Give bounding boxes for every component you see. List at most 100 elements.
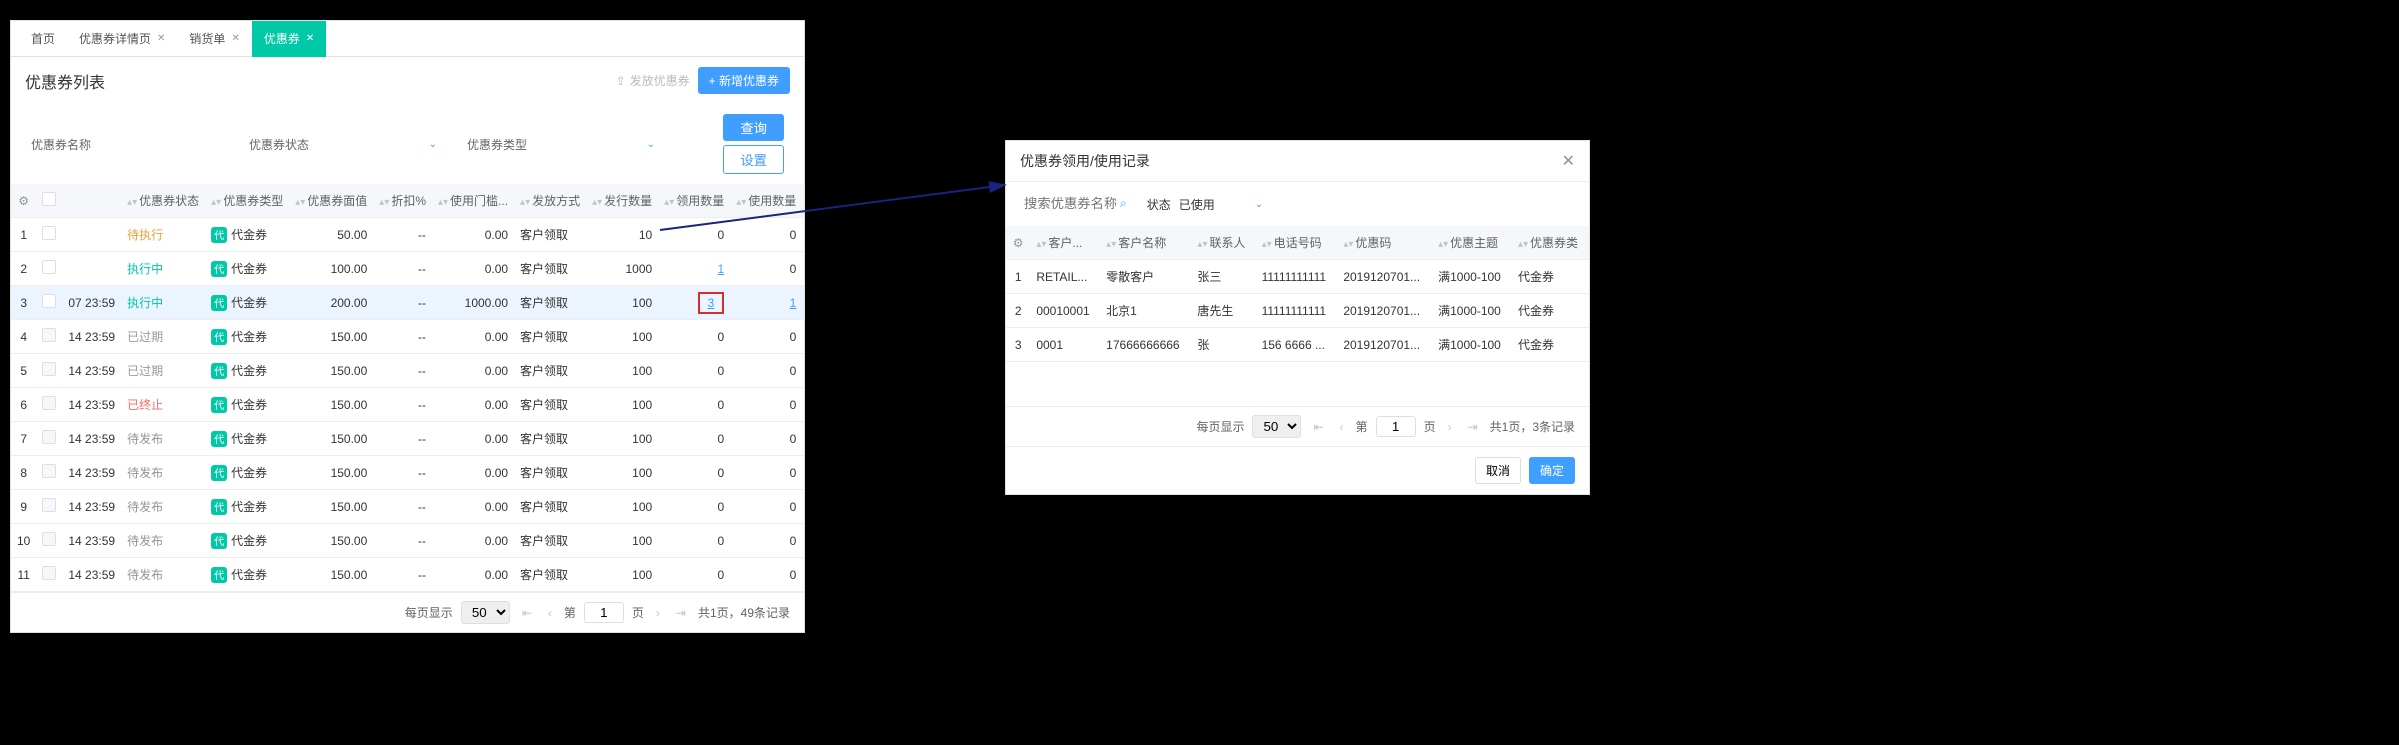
confirm-button[interactable]: 确定 bbox=[1529, 457, 1575, 484]
prev-page-button[interactable]: ‹ bbox=[544, 606, 556, 620]
coupon-type: 代代金券 bbox=[211, 396, 267, 413]
receive-qty-link[interactable]: 1 bbox=[718, 262, 725, 276]
tab-home[interactable]: 首页 bbox=[19, 21, 67, 57]
row-checkbox[interactable] bbox=[42, 260, 56, 274]
tab-coupon-detail[interactable]: 优惠券详情页✕ bbox=[67, 21, 177, 57]
sort-icon[interactable]: ▴▾ bbox=[1262, 242, 1272, 247]
table-row[interactable]: 3 0001 17666666666 张 156 6666 ... 201912… bbox=[1006, 328, 1589, 362]
close-icon[interactable]: ✕ bbox=[1562, 151, 1575, 171]
gear-icon[interactable]: ⚙ bbox=[1013, 236, 1024, 250]
filter-bar: 优惠券名称 优惠券状态 ⌄ 优惠券类型 ⌄ 查询 设置 bbox=[11, 104, 804, 184]
close-icon[interactable]: ✕ bbox=[231, 33, 239, 44]
voucher-icon: 代 bbox=[211, 363, 227, 379]
sort-icon[interactable]: ▴▾ bbox=[379, 200, 389, 205]
next-page-button[interactable]: › bbox=[652, 606, 664, 620]
search-button[interactable]: 查询 bbox=[723, 114, 784, 141]
table-row[interactable]: 6 14 23:59 已终止 代代金券 150.00 -- 0.00 客户领取 … bbox=[11, 388, 804, 422]
chevron-down-icon: ⌄ bbox=[647, 139, 655, 150]
table-row[interactable]: 3 07 23:59 执行中 代代金券 200.00 -- 1000.00 客户… bbox=[11, 286, 804, 320]
settings-button[interactable]: 设置 bbox=[723, 145, 784, 174]
per-page-select[interactable]: 50 bbox=[461, 601, 510, 624]
next-page-button[interactable]: › bbox=[1444, 420, 1456, 434]
table-row[interactable]: 7 14 23:59 待发布 代代金券 150.00 -- 0.00 客户领取 … bbox=[11, 422, 804, 456]
filter-status-label: 优惠券状态 bbox=[249, 136, 309, 153]
cancel-button[interactable]: 取消 bbox=[1475, 457, 1521, 484]
table-row[interactable]: 2 执行中 代代金券 100.00 -- 0.00 客户领取 1000 1 0 … bbox=[11, 252, 804, 286]
table-row[interactable]: 1 RETAIL... 零散客户 张三 11111111111 20191207… bbox=[1006, 260, 1589, 294]
first-page-button[interactable]: ⇤ bbox=[518, 606, 536, 620]
modal-pagination: 每页显示 50 ⇤ ‹ 第 页 › ⇥ 共1页，3条记录 bbox=[1006, 406, 1589, 446]
last-page-button[interactable]: ⇥ bbox=[672, 606, 690, 620]
sort-icon[interactable]: ▴▾ bbox=[592, 200, 602, 205]
tab-coupon[interactable]: 优惠券✕ bbox=[252, 21, 326, 57]
sort-icon[interactable]: ▴▾ bbox=[1197, 242, 1207, 247]
status-select[interactable]: 已使用⌄ bbox=[1179, 196, 1263, 213]
coupon-type: 代代金券 bbox=[211, 532, 267, 549]
first-page-button[interactable]: ⇤ bbox=[1309, 420, 1327, 434]
coupon-name-input[interactable] bbox=[99, 132, 219, 156]
table-row[interactable]: 10 14 23:59 待发布 代代金券 150.00 -- 0.00 客户领取… bbox=[11, 524, 804, 558]
close-icon[interactable]: ✕ bbox=[306, 33, 314, 44]
sort-icon[interactable]: ▴▾ bbox=[1343, 242, 1353, 247]
sort-icon[interactable]: ▴▾ bbox=[127, 200, 137, 205]
voucher-icon: 代 bbox=[211, 295, 227, 311]
pagination-summary: 共1页，3条记录 bbox=[1490, 418, 1575, 435]
gear-icon[interactable]: ⚙ bbox=[18, 194, 29, 208]
coupon-status-select[interactable]: ⌄ bbox=[317, 135, 437, 154]
sort-icon[interactable]: ▴▾ bbox=[211, 200, 221, 205]
sort-icon[interactable]: ▴▾ bbox=[1036, 242, 1046, 247]
usage-record-modal: 优惠券领用/使用记录 ✕ ⌕ 状态 已使用⌄ ⚙ ▴▾客户... ▴▾客户名称 … bbox=[1005, 140, 1590, 495]
status-badge: 待发布 bbox=[127, 568, 163, 582]
table-row[interactable]: 11 14 23:59 待发布 代代金券 150.00 -- 0.00 客户领取… bbox=[11, 558, 804, 592]
receive-qty-link[interactable]: 3 bbox=[708, 296, 715, 310]
sort-icon[interactable]: ▴▾ bbox=[295, 200, 305, 205]
table-row[interactable]: 1 待执行 代代金券 50.00 -- 0.00 客户领取 10 0 0 ✎⊞ bbox=[11, 218, 804, 252]
sort-icon[interactable]: ▴▾ bbox=[736, 200, 746, 205]
status-badge: 待执行 bbox=[127, 228, 163, 242]
sort-icon[interactable]: ▴▾ bbox=[520, 200, 530, 205]
title-bar: 优惠券列表 ⇪发放优惠券 + 新增优惠券 bbox=[11, 57, 804, 104]
sort-icon[interactable]: ▴▾ bbox=[438, 200, 448, 205]
use-qty-link[interactable]: 1 bbox=[790, 296, 797, 310]
filter-type-label: 优惠券类型 bbox=[467, 136, 527, 153]
prev-page-button[interactable]: ‹ bbox=[1336, 420, 1348, 434]
select-all-checkbox[interactable] bbox=[42, 192, 56, 206]
row-checkbox[interactable] bbox=[42, 294, 56, 308]
add-coupon-button[interactable]: + 新增优惠券 bbox=[698, 67, 790, 94]
last-page-button[interactable]: ⇥ bbox=[1464, 420, 1482, 434]
coupon-type: 代代金券 bbox=[211, 464, 267, 481]
coupon-type: 代代金券 bbox=[211, 362, 267, 379]
status-badge: 已过期 bbox=[127, 330, 163, 344]
issue-coupon-button: ⇪发放优惠券 bbox=[616, 72, 690, 89]
coupon-type-select[interactable]: ⌄ bbox=[535, 135, 655, 154]
sort-icon[interactable]: ▴▾ bbox=[1438, 242, 1448, 247]
status-badge: 执行中 bbox=[127, 296, 163, 310]
voucher-icon: 代 bbox=[211, 465, 227, 481]
coupon-type: 代代金券 bbox=[211, 226, 267, 243]
search-input[interactable] bbox=[1020, 192, 1120, 215]
status-badge: 待发布 bbox=[127, 534, 163, 548]
table-row[interactable]: 5 14 23:59 已过期 代代金券 150.00 -- 0.00 客户领取 … bbox=[11, 354, 804, 388]
table-row[interactable]: 4 14 23:59 已过期 代代金券 150.00 -- 0.00 客户领取 … bbox=[11, 320, 804, 354]
sort-icon[interactable]: ▴▾ bbox=[664, 200, 674, 205]
sort-icon[interactable]: ▴▾ bbox=[1106, 242, 1116, 247]
close-icon[interactable]: ✕ bbox=[157, 33, 165, 44]
table-row[interactable]: 2 00010001 北京1 唐先生 11111111111 201912070… bbox=[1006, 294, 1589, 328]
sort-icon[interactable]: ▴▾ bbox=[1518, 242, 1528, 247]
filter-name-label: 优惠券名称 bbox=[31, 136, 91, 153]
page-input[interactable] bbox=[584, 602, 624, 623]
tab-sales-order[interactable]: 销货单✕ bbox=[177, 21, 251, 57]
coupon-type: 代代金券 bbox=[211, 328, 267, 345]
search-icon[interactable]: ⌕ bbox=[1120, 196, 1127, 211]
table-row[interactable]: 8 14 23:59 待发布 代代金券 150.00 -- 0.00 客户领取 … bbox=[11, 456, 804, 490]
status-badge: 已过期 bbox=[127, 364, 163, 378]
table-row[interactable]: 9 14 23:59 待发布 代代金券 150.00 -- 0.00 客户领取 … bbox=[11, 490, 804, 524]
row-checkbox bbox=[42, 532, 56, 546]
status-badge: 已终止 bbox=[127, 398, 163, 412]
row-checkbox[interactable] bbox=[42, 226, 56, 240]
page-input[interactable] bbox=[1376, 416, 1416, 437]
per-page-select[interactable]: 50 bbox=[1252, 415, 1301, 438]
coupon-type: 代代金券 bbox=[211, 498, 267, 515]
row-checkbox bbox=[42, 328, 56, 342]
voucher-icon: 代 bbox=[211, 397, 227, 413]
